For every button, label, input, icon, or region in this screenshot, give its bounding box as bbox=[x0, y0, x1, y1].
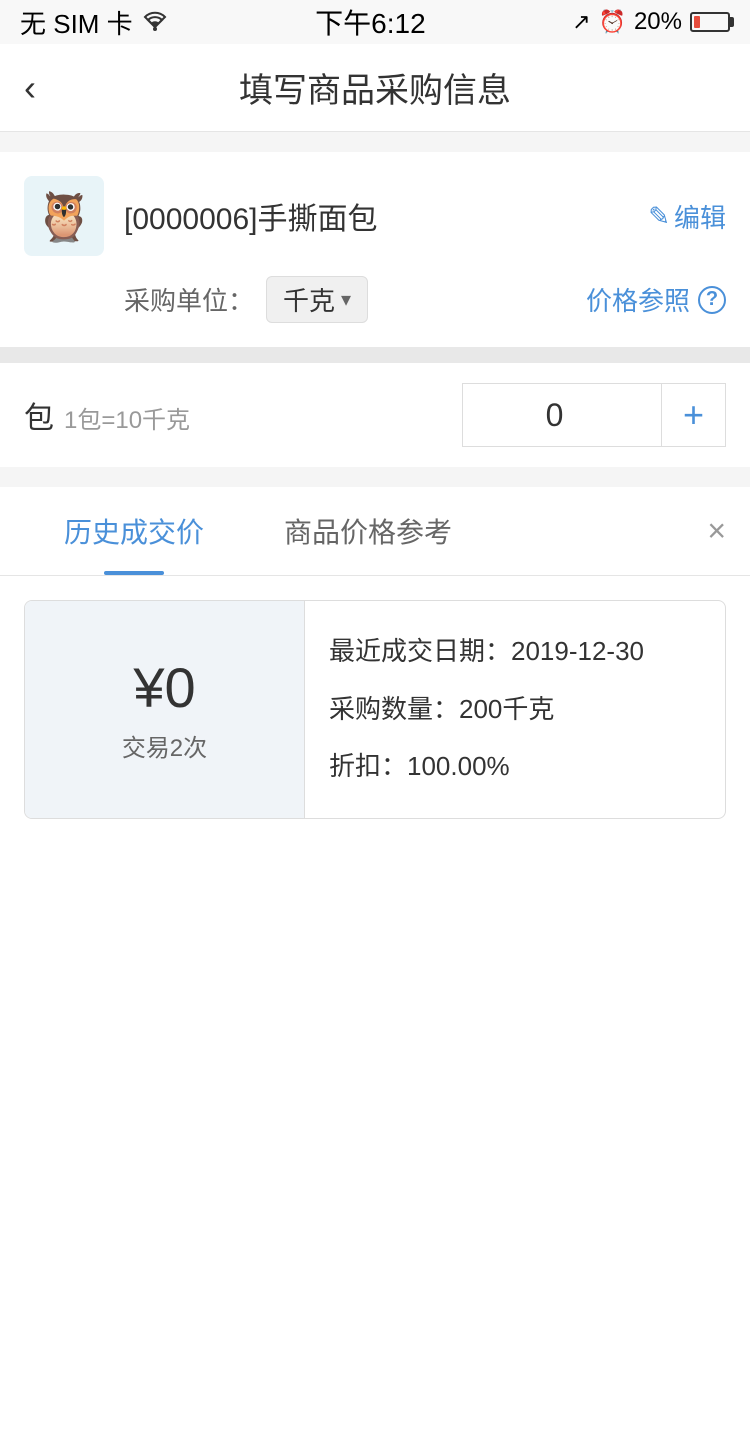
quantity-label-group: 包 1包=10千克 bbox=[24, 393, 190, 437]
tab-close-button[interactable]: × bbox=[707, 513, 726, 550]
recent-date-value: 2019-12-30 bbox=[511, 636, 644, 666]
nav-bar: ‹ 填写商品采购信息 bbox=[0, 44, 750, 132]
price-recent-date-row: 最近成交日期：2019-12-30 bbox=[329, 631, 701, 673]
status-left: 无 SIM 卡 bbox=[20, 4, 169, 41]
price-card-section: ¥0 交易2次 最近成交日期：2019-12-30 采购数量：200千克 折扣：… bbox=[0, 576, 750, 843]
product-info: 🦉 [0000006]手撕面包 bbox=[24, 176, 377, 256]
price-value: 0 bbox=[165, 656, 196, 719]
wifi-icon bbox=[141, 7, 169, 38]
status-bar: 无 SIM 卡 下午6:12 ↗ ⏰ 20% bbox=[0, 0, 750, 44]
location-icon: ↗ bbox=[572, 9, 590, 35]
price-trade-count: 交易2次 bbox=[122, 728, 207, 763]
discount-value: 100.00% bbox=[407, 751, 510, 781]
quantity-conversion: 1包=10千克 bbox=[64, 400, 190, 435]
tabs-section: 历史成交价 商品价格参考 × ¥0 交易2次 最近成交日期：2019-12-30… bbox=[0, 487, 750, 843]
quantity-row: 包 1包=10千克 + bbox=[0, 363, 750, 467]
recent-date-label: 最近成交日期： bbox=[329, 636, 511, 666]
battery-icon bbox=[690, 12, 730, 32]
status-right: ↗ ⏰ 20% bbox=[572, 8, 730, 36]
price-quantity-row: 采购数量：200千克 bbox=[329, 689, 701, 731]
product-unit-row: 采购单位： 千克 ▾ 价格参照 ? bbox=[24, 276, 726, 323]
edit-icon: ✎ bbox=[648, 201, 670, 232]
status-time: 下午6:12 bbox=[315, 2, 426, 42]
carrier-text: 无 SIM 卡 bbox=[20, 4, 133, 41]
page-title: 填写商品采购信息 bbox=[239, 63, 511, 112]
unit-value: 千克 bbox=[283, 281, 335, 318]
tab-reference[interactable]: 商品价格参考 bbox=[244, 487, 492, 575]
quantity-unit: 包 bbox=[24, 393, 54, 437]
owl-icon: 🦉 bbox=[34, 188, 94, 245]
product-icon: 🦉 bbox=[24, 176, 104, 256]
price-ref-label: 价格参照 bbox=[586, 281, 690, 318]
price-discount-row: 折扣：100.00% bbox=[329, 746, 701, 788]
quantity-label: 采购数量： bbox=[329, 694, 459, 724]
back-button[interactable]: ‹ bbox=[24, 67, 36, 109]
unit-select[interactable]: 千克 ▾ bbox=[266, 276, 368, 323]
quantity-input-group: + bbox=[462, 383, 726, 447]
edit-label: 编辑 bbox=[674, 198, 726, 235]
price-card-left: ¥0 交易2次 bbox=[25, 601, 305, 818]
alarm-icon: ⏰ bbox=[599, 9, 626, 35]
price-ref-icon: ? bbox=[698, 286, 726, 314]
price-currency: ¥ bbox=[133, 656, 164, 719]
product-header: 🦉 [0000006]手撕面包 ✎ 编辑 bbox=[24, 176, 726, 256]
quantity-value: 200千克 bbox=[459, 694, 554, 724]
battery-percent: 20% bbox=[634, 8, 682, 36]
price-amount: ¥0 bbox=[133, 655, 195, 720]
price-ref-button[interactable]: 价格参照 ? bbox=[586, 281, 726, 318]
unit-label: 采购单位： bbox=[124, 281, 254, 318]
price-card: ¥0 交易2次 最近成交日期：2019-12-30 采购数量：200千克 折扣：… bbox=[24, 600, 726, 819]
quantity-input[interactable] bbox=[462, 383, 662, 447]
edit-button[interactable]: ✎ 编辑 bbox=[648, 198, 726, 235]
discount-label: 折扣： bbox=[329, 751, 407, 781]
tabs-header: 历史成交价 商品价格参考 × bbox=[0, 487, 750, 576]
unit-dropdown-arrow: ▾ bbox=[341, 287, 351, 312]
tab-history[interactable]: 历史成交价 bbox=[24, 487, 244, 575]
section-divider bbox=[0, 347, 750, 363]
quantity-plus-button[interactable]: + bbox=[662, 383, 726, 447]
product-name: [0000006]手撕面包 bbox=[124, 194, 377, 238]
product-card: 🦉 [0000006]手撕面包 ✎ 编辑 采购单位： 千克 ▾ 价格参照 ? bbox=[0, 152, 750, 347]
price-card-right: 最近成交日期：2019-12-30 采购数量：200千克 折扣：100.00% bbox=[305, 601, 725, 818]
main-content bbox=[0, 843, 750, 1443]
